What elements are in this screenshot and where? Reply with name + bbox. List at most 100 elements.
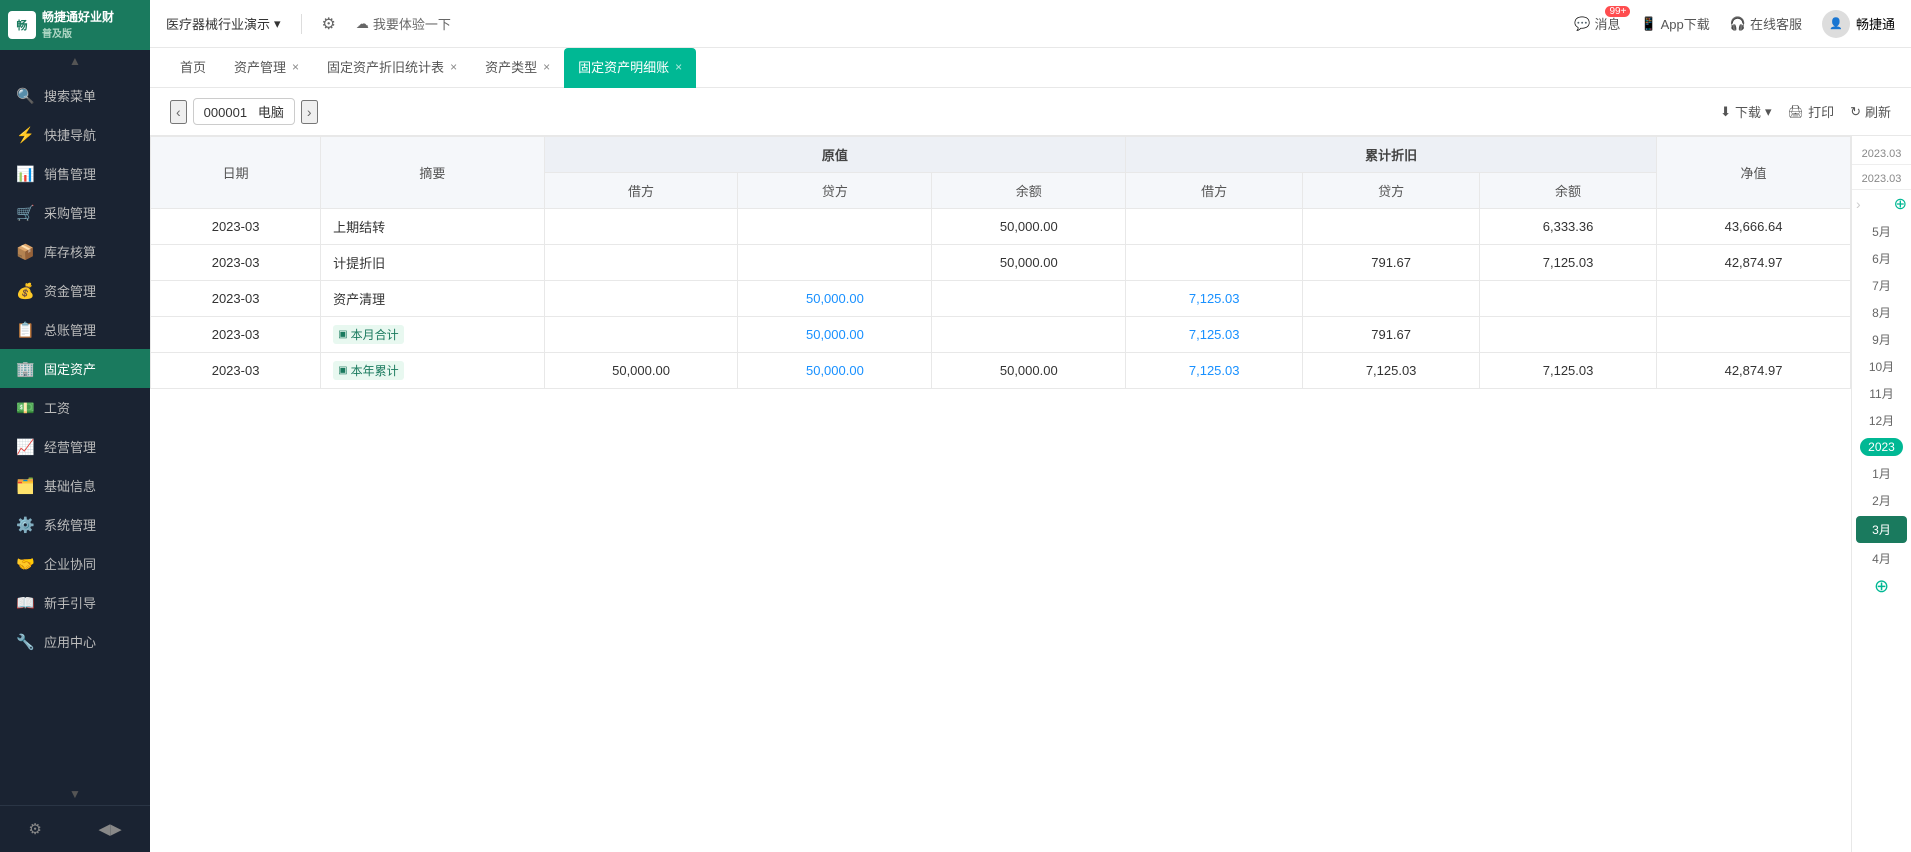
cell-debit1 [544,317,738,353]
tab-home[interactable]: 首页 [166,48,220,88]
tab-close-icon[interactable]: × [675,60,682,74]
service-button[interactable]: 🎧 在线客服 [1730,14,1802,33]
cell-credit1 [738,245,932,281]
sidebar-item-label: 快捷导航 [44,125,96,144]
timeline-month-6[interactable]: 6月 [1852,245,1911,272]
sidebar-item-label: 资金管理 [44,281,96,300]
company-selector[interactable]: 医疗器械行业演示 ▾ [166,14,281,33]
cell-date: 2023-03 [151,245,321,281]
table-row: 2023-03 计提折旧 50,000.00 791.67 7,125.03 4… [151,245,1851,281]
timeline-month-2[interactable]: 2月 [1852,487,1911,514]
experience-button[interactable]: ☁ 我要体验一下 [356,14,451,33]
tab-depreciation[interactable]: 固定资产折旧统计表 × [313,48,471,88]
timeline-month-1[interactable]: 1月 [1852,460,1911,487]
sidebar-item-quicknav[interactable]: ⚡ 快捷导航 [0,115,150,154]
asset-name: 电脑 [258,105,284,120]
sidebar-scroll-up[interactable]: ▲ [0,50,150,72]
tab-asset-mgmt[interactable]: 资产管理 × [220,48,313,88]
cell-date: 2023-03 [151,353,321,389]
sidebar-item-purchase[interactable]: 🛒 采购管理 [0,193,150,232]
sidebar-item-guide[interactable]: 📖 新手引导 [0,583,150,622]
content-wrapper: 日期 摘要 原值 累计折旧 净值 借方 贷方 余额 借方 贷方 余额 [150,136,1911,852]
sidebar-item-label: 工资 [44,398,70,417]
sidebar-item-salary[interactable]: 💵 工资 [0,388,150,427]
timeline-expand-icon[interactable]: ⊕ [1894,194,1907,214]
sidebar-item-label: 库存核算 [44,242,96,261]
cell-debit2: 7,125.03 [1126,317,1303,353]
download-action-label: 下载 [1735,102,1761,121]
sidebar-item-ledger[interactable]: 📋 总账管理 [0,310,150,349]
tab-close-icon[interactable]: × [543,60,550,74]
username: 畅捷通 [1856,14,1895,33]
app-name: 畅捷通好业财 [42,10,114,24]
sidebar-nav: 🔍 搜索菜单 ⚡ 快捷导航 📊 销售管理 🛒 采购管理 📦 库存核算 💰 资金管… [0,72,150,783]
message-button[interactable]: 💬 消息 99+ [1574,14,1620,33]
timeline-month-10[interactable]: 10月 [1852,353,1911,380]
tab-close-icon[interactable]: × [450,60,457,74]
next-asset-button[interactable]: › [301,100,318,124]
tab-asset-type[interactable]: 资产类型 × [471,48,564,88]
tab-asset-detail[interactable]: 固定资产明细账 × [564,48,696,88]
sidebar-item-fund[interactable]: 💰 资金管理 [0,271,150,310]
cell-debit2: 7,125.03 [1126,353,1303,389]
cell-summary: 上期结转 [321,209,544,245]
settings-button[interactable]: ⚙ [18,814,51,844]
app-edition: 普及版 [42,25,114,40]
fund-icon: 💰 [16,282,34,300]
cell-balance1 [932,281,1126,317]
topbar-settings-icon[interactable]: ⚙ [322,14,336,34]
print-action[interactable]: 🖨 打印 [1788,102,1835,121]
cell-balance2: 7,125.03 [1480,353,1657,389]
download-button[interactable]: 📱 App下载 [1640,14,1709,33]
tab-label: 资产类型 [485,57,537,76]
sidebar-item-operation[interactable]: 📈 经营管理 [0,427,150,466]
timeline-month-9[interactable]: 9月 [1852,326,1911,353]
table-row: 2023-03 ▣本月合计 50,000.00 7,125.03 791.67 [151,317,1851,353]
timeline-header1: 2023.03 [1852,144,1911,165]
tab-close-icon[interactable]: × [292,60,299,74]
th-balance2: 余额 [1480,173,1657,209]
tabbar: 首页 资产管理 × 固定资产折旧统计表 × 资产类型 × 固定资产明细账 × [150,48,1911,88]
experience-label: 我要体验一下 [373,14,451,33]
topbar-divider [301,14,302,34]
sidebar-item-collab[interactable]: 🤝 企业协同 [0,544,150,583]
refresh-icon: ↻ [1850,104,1861,120]
cell-credit2 [1303,209,1480,245]
timeline-month-12[interactable]: 12月 [1852,407,1911,434]
sidebar-item-system[interactable]: ⚙️ 系统管理 [0,505,150,544]
sidebar-item-label: 总账管理 [44,320,96,339]
cell-date: 2023-03 [151,281,321,317]
cell-credit1 [738,209,932,245]
th-date: 日期 [151,137,321,209]
sidebar-item-appcenter[interactable]: 🔧 应用中心 [0,622,150,661]
cell-balance2 [1480,281,1657,317]
timeline-month-11[interactable]: 11月 [1852,380,1911,407]
prev-asset-button[interactable]: ‹ [170,100,187,124]
sidebar-item-search[interactable]: 🔍 搜索菜单 [0,76,150,115]
sidebar-scroll-down[interactable]: ▼ [0,783,150,805]
cell-credit1: 50,000.00 [738,353,932,389]
sidebar-item-base[interactable]: 🗂️ 基础信息 [0,466,150,505]
timeline-month-4[interactable]: 4月 [1852,545,1911,572]
timeline-month-7[interactable]: 7月 [1852,272,1911,299]
timeline-month-5[interactable]: 5月 [1852,218,1911,245]
timeline-scroll-down[interactable]: ⊕ [1874,576,1889,597]
sidebar-item-fixed[interactable]: 🏢 固定资产 [0,349,150,388]
sidebar-item-sales[interactable]: 📊 销售管理 [0,154,150,193]
timeline-month-8[interactable]: 8月 [1852,299,1911,326]
download-action[interactable]: ⬇ 下载 ▾ [1720,102,1771,121]
timeline-collapse-icon[interactable]: › [1856,196,1861,212]
collapse-button[interactable]: ◀▶ [89,814,132,844]
timeline-month-3[interactable]: 3月 [1856,516,1907,543]
quicknav-icon: ⚡ [16,126,34,144]
th-credit1: 贷方 [738,173,932,209]
service-icon: 🎧 [1730,16,1746,32]
sidebar-item-inventory[interactable]: 📦 库存核算 [0,232,150,271]
refresh-action[interactable]: ↻ 刷新 [1850,102,1891,121]
message-badge: 99+ [1605,6,1630,17]
cell-net: 43,666.64 [1657,209,1851,245]
table-row: 2023-03 资产清理 50,000.00 7,125.03 [151,281,1851,317]
timeline-year-badge[interactable]: 2023 [1860,438,1903,456]
cell-net [1657,317,1851,353]
timeline-panel: 2023.03 2023.03 › ⊕ 5月 6月 7月 8月 9月 10月 1… [1851,136,1911,852]
